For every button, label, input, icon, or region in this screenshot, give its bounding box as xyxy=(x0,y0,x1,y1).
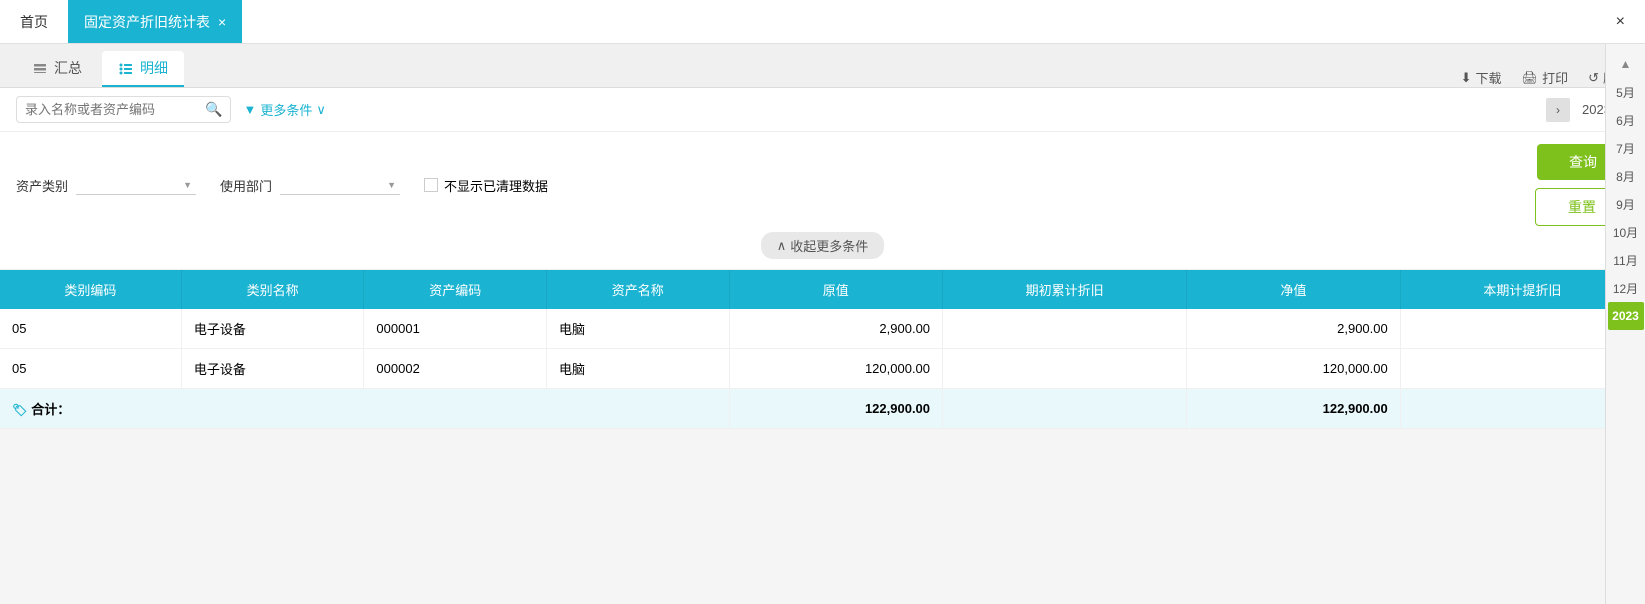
asset-category-select[interactable] xyxy=(76,175,196,195)
sidebar-month[interactable]: 9月 xyxy=(1608,190,1644,218)
col-original-value: 原值 xyxy=(729,270,943,309)
collapse-icon: ∧ xyxy=(777,238,787,254)
home-tab[interactable]: 首页 xyxy=(0,0,68,43)
search-bar: 🔍 ▼ 更多条件 ∨ › 2023.01 xyxy=(0,88,1645,132)
exclude-cleared-checkbox[interactable]: 不显示已清理数据 xyxy=(424,176,548,195)
col-initial-accum-depreciation: 期初累计折旧 xyxy=(943,270,1187,309)
tab-title: 固定资产折旧统计表 xyxy=(84,12,210,32)
print-icon: 🖨 xyxy=(1522,70,1539,86)
search-input[interactable] xyxy=(25,102,205,117)
download-button[interactable]: ⬇ 下载 xyxy=(1461,68,1502,87)
sidebar-month[interactable]: 12月 xyxy=(1608,274,1644,302)
sidebar-month[interactable]: 11月 xyxy=(1608,246,1644,274)
sidebar-month[interactable]: 8月 xyxy=(1608,162,1644,190)
collapse-label: 收起更多条件 xyxy=(790,236,868,255)
refresh-icon: ↺ xyxy=(1588,70,1599,86)
collapse-row: ∧ 收起更多条件 xyxy=(16,226,1629,261)
sidebar-month[interactable]: 6月 xyxy=(1608,106,1644,134)
top-nav: 首页 固定资产折旧统计表 × × xyxy=(0,0,1645,44)
right-sidebar: ▲ 5月6月7月8月9月10月11月12月2023 xyxy=(1605,44,1645,604)
filter-icon: ▼ xyxy=(243,102,256,117)
more-conditions-button[interactable]: ▼ 更多条件 ∨ xyxy=(243,100,325,119)
tab-summary-label: 汇总 xyxy=(54,58,82,78)
table-wrap: 类别编码 类别名称 资产编码 资产名称 原值 期初累计折旧 净值 本期计提折旧 … xyxy=(0,270,1645,429)
tab-detail[interactable]: 明细 xyxy=(102,51,184,87)
expand-right-button[interactable]: › xyxy=(1546,98,1570,122)
table-header-row: 类别编码 类别名称 资产编码 资产名称 原值 期初累计折旧 净值 本期计提折旧 xyxy=(0,270,1645,309)
filter-area: 资产类别 使用部门 不显示已清理数据 查询 重置 xyxy=(0,132,1645,270)
sidebar-month[interactable]: 7月 xyxy=(1608,134,1644,162)
download-icon: ⬇ xyxy=(1461,70,1472,86)
col-asset-code: 资产编码 xyxy=(364,270,547,309)
search-icon[interactable]: 🔍 xyxy=(205,101,222,118)
department-select[interactable] xyxy=(280,175,400,195)
col-category-code: 类别编码 xyxy=(0,270,181,309)
asset-category-label: 资产类别 xyxy=(16,176,68,195)
sidebar-scroll-up[interactable]: ▲ xyxy=(1608,52,1644,76)
sidebar-month[interactable]: 10月 xyxy=(1608,218,1644,246)
filter-row: 资产类别 使用部门 不显示已清理数据 查询 重置 xyxy=(16,144,1629,226)
exclude-cleared-label: 不显示已清理数据 xyxy=(444,176,548,195)
table-row[interactable]: 05电子设备000002电脑120,000.00120,000.00 xyxy=(0,349,1645,389)
tab-close-button[interactable]: × xyxy=(218,14,226,30)
print-button[interactable]: 🖨 打印 xyxy=(1522,68,1569,87)
tab-detail-label: 明细 xyxy=(140,58,168,78)
col-asset-name: 资产名称 xyxy=(546,270,729,309)
search-input-wrap: 🔍 xyxy=(16,96,231,123)
sidebar-month[interactable]: 5月 xyxy=(1608,78,1644,106)
home-label: 首页 xyxy=(20,12,48,32)
data-table: 类别编码 类别名称 资产编码 资产名称 原值 期初累计折旧 净值 本期计提折旧 … xyxy=(0,270,1645,429)
asset-category-select-wrap xyxy=(76,175,196,195)
tabs-row: 汇总 明细 ⬇ 下载 🖨 打印 ↺ 刷新 xyxy=(0,44,1645,88)
subtotal-row: 🏷合计：122,900.00122,900.00 xyxy=(0,389,1645,429)
subtotal-icon: 🏷 xyxy=(12,403,27,417)
collapse-button[interactable]: ∧ 收起更多条件 xyxy=(761,232,885,259)
download-label: 下载 xyxy=(1476,68,1502,87)
sidebar-month[interactable]: 2023 xyxy=(1608,302,1644,330)
main-close-button[interactable]: × xyxy=(1616,13,1645,31)
more-conditions-label: 更多条件 xyxy=(260,100,312,119)
col-category-name: 类别名称 xyxy=(181,270,364,309)
active-tab[interactable]: 固定资产折旧统计表 × xyxy=(68,0,242,43)
checkbox-icon xyxy=(424,178,438,192)
department-label: 使用部门 xyxy=(220,176,272,195)
print-label: 打印 xyxy=(1542,68,1568,87)
chevron-down-icon: ∨ xyxy=(316,102,326,118)
tab-actions: ⬇ 下载 🖨 打印 ↺ 刷新 xyxy=(1461,68,1629,87)
col-net-value: 净值 xyxy=(1187,270,1401,309)
department-select-wrap xyxy=(280,175,400,195)
table-row[interactable]: 05电子设备000001电脑2,900.002,900.00 xyxy=(0,309,1645,349)
layers-icon xyxy=(32,60,48,76)
asset-category-filter: 资产类别 xyxy=(16,175,196,195)
department-filter: 使用部门 xyxy=(220,175,400,195)
list-icon xyxy=(118,60,134,76)
tab-summary[interactable]: 汇总 xyxy=(16,51,98,87)
